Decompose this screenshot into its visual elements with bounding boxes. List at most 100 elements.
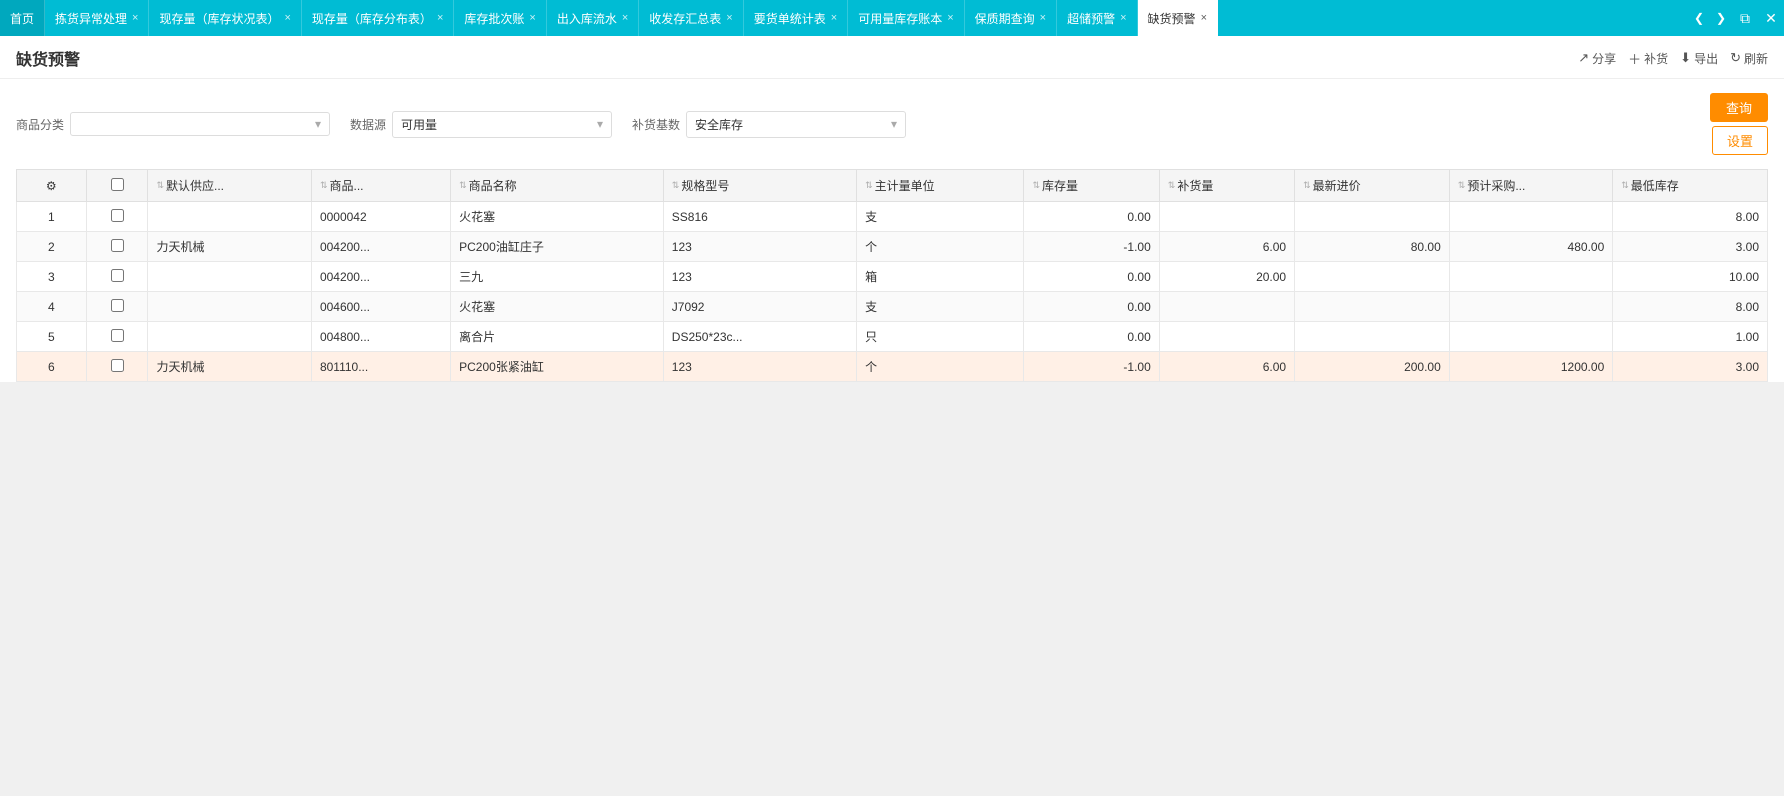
datasource-value: 可用量 — [401, 116, 461, 133]
nav-tab-summary[interactable]: 收发存汇总表 × — [639, 0, 743, 36]
settings-button[interactable]: 设置 — [1712, 126, 1768, 155]
th-replenish: ⇅ 补货量 — [1159, 170, 1294, 202]
close-icon[interactable]: × — [1040, 12, 1046, 24]
cell-seq: 5 — [17, 322, 87, 352]
cell-seq: 6 — [17, 352, 87, 382]
replenish-basis-select[interactable]: 安全库存 ▾ — [686, 111, 906, 138]
row-checkbox[interactable] — [111, 269, 124, 282]
chevron-down-icon: ▾ — [597, 117, 603, 131]
cell-name: 火花塞 — [451, 292, 664, 322]
datasource-filter-group: 数据源 可用量 ▾ — [350, 111, 612, 138]
export-label: 导出 — [1694, 50, 1718, 67]
close-icon[interactable]: × — [1120, 12, 1126, 24]
shortage-table: ⚙ ⇅ 默认供应... ⇅ — [16, 169, 1768, 382]
close-icon[interactable]: × — [947, 12, 953, 24]
cell-code: 004600... — [311, 292, 450, 322]
cell-seq: 2 — [17, 232, 87, 262]
datasource-select[interactable]: 可用量 ▾ — [392, 111, 612, 138]
cell-supplier — [148, 202, 311, 232]
cell-unit: 支 — [857, 202, 1024, 232]
nav-prev-button[interactable]: ❮ — [1688, 0, 1710, 36]
close-icon[interactable]: × — [831, 12, 837, 24]
row-checkbox[interactable] — [111, 329, 124, 342]
nav-tab-expiry[interactable]: 保质期查询 × — [965, 0, 1057, 36]
row-checkbox[interactable] — [111, 209, 124, 222]
replenish-button[interactable]: ＋ 补货 — [1628, 49, 1668, 68]
table-row: 3 004200... 三九 123 箱 0.00 20.00 10.00 — [17, 262, 1768, 292]
th-code: ⇅ 商品... — [311, 170, 450, 202]
nav-tab-abnormal[interactable]: 拣货异常处理 × — [45, 0, 149, 36]
table-row: 1 0000042 火花塞 SS816 支 0.00 8.00 — [17, 202, 1768, 232]
category-select[interactable]: ▾ — [70, 112, 330, 136]
export-button[interactable]: ⬇ 导出 — [1680, 50, 1718, 67]
nav-tab-label: 出入库流水 — [557, 10, 617, 27]
cell-seq: 1 — [17, 202, 87, 232]
refresh-label: 刷新 — [1744, 50, 1768, 67]
cell-stock: 0.00 — [1024, 292, 1159, 322]
nav-tab-label: 拣货异常处理 — [55, 10, 127, 27]
nav-tab-shortage[interactable]: 缺货预警 × — [1138, 0, 1218, 36]
row-checkbox[interactable] — [111, 299, 124, 312]
nav-next-button[interactable]: ❯ — [1710, 0, 1732, 36]
page-title: 缺货预警 — [16, 46, 1578, 70]
right-action-buttons: 查询 设置 — [1710, 93, 1768, 155]
cell-name: 三九 — [451, 262, 664, 292]
cell-supplier: 力天机械 — [148, 232, 311, 262]
close-icon[interactable]: × — [622, 12, 628, 24]
sort-icon: ⇅ — [320, 180, 328, 191]
nav-tab-batch[interactable]: 库存批次账 × — [454, 0, 546, 36]
nav-tab-stock-dist[interactable]: 现存量（库存分布表） × — [302, 0, 454, 36]
close-icon[interactable]: × — [529, 12, 535, 24]
cell-spec: 123 — [663, 262, 856, 292]
nav-tab-inout[interactable]: 出入库流水 × — [547, 0, 639, 36]
share-button[interactable]: ↗ 分享 — [1578, 50, 1616, 67]
nav-controls: ❮ ❯ ⧉ ✕ — [1688, 0, 1784, 36]
cell-price: 80.00 — [1295, 232, 1450, 262]
cell-stock: 0.00 — [1024, 262, 1159, 292]
page-header: 缺货预警 ↗ 分享 ＋ 补货 ⬇ 导出 ↻ 刷新 — [0, 36, 1784, 79]
nav-tab-overstock[interactable]: 超储预警 × — [1057, 0, 1137, 36]
refresh-button[interactable]: ↻ 刷新 — [1730, 50, 1768, 67]
nav-tab-label: 超储预警 — [1067, 10, 1115, 27]
cell-min-stock: 8.00 — [1613, 292, 1768, 322]
cell-name: 离合片 — [451, 322, 664, 352]
cell-name: 火花塞 — [451, 202, 664, 232]
cell-replenish — [1159, 292, 1294, 322]
sort-icon: ⇅ — [1303, 180, 1311, 191]
cell-code: 0000042 — [311, 202, 450, 232]
export-icon: ⬇ — [1680, 50, 1691, 66]
nav-tab-available[interactable]: 可用量库存账本 × — [848, 0, 964, 36]
close-icon[interactable]: × — [1201, 12, 1207, 24]
nav-tab-label: 现存量（库存状况表） — [159, 10, 279, 27]
replenish-label: 补货 — [1644, 50, 1668, 67]
gear-icon[interactable]: ⚙ — [46, 179, 57, 193]
nav-tab-home[interactable]: 首页 — [0, 0, 45, 36]
cell-name: PC200张紧油缸 — [451, 352, 664, 382]
close-icon[interactable]: × — [726, 12, 732, 24]
row-checkbox[interactable] — [111, 239, 124, 252]
cell-code: 004800... — [311, 322, 450, 352]
cell-replenish — [1159, 202, 1294, 232]
close-icon[interactable]: × — [437, 12, 443, 24]
cell-seq: 4 — [17, 292, 87, 322]
nav-tab-label: 收发存汇总表 — [649, 10, 721, 27]
query-button[interactable]: 查询 — [1710, 93, 1768, 122]
table-row: 2 力天机械 004200... PC200油缸庄子 123 个 -1.00 6… — [17, 232, 1768, 262]
close-icon[interactable]: × — [132, 12, 138, 24]
window-restore-button[interactable]: ⧉ — [1732, 0, 1758, 36]
nav-tab-label: 可用量库存账本 — [858, 10, 942, 27]
cell-spec: J7092 — [663, 292, 856, 322]
nav-tab-label: 缺货预警 — [1148, 10, 1196, 27]
nav-tab-requisition[interactable]: 要货单统计表 × — [744, 0, 848, 36]
th-name: ⇅ 商品名称 — [451, 170, 664, 202]
nav-tab-stock-status[interactable]: 现存量（库存状况表） × — [149, 0, 301, 36]
close-icon[interactable]: × — [284, 12, 290, 24]
cell-min-stock: 8.00 — [1613, 202, 1768, 232]
cell-min-stock: 10.00 — [1613, 262, 1768, 292]
window-close-button[interactable]: ✕ — [1758, 0, 1784, 36]
select-all-checkbox[interactable] — [111, 178, 124, 191]
share-icon: ↗ — [1578, 50, 1589, 66]
cell-plan-purchase — [1449, 322, 1612, 352]
category-label: 商品分类 — [16, 116, 64, 133]
row-checkbox[interactable] — [111, 359, 124, 372]
